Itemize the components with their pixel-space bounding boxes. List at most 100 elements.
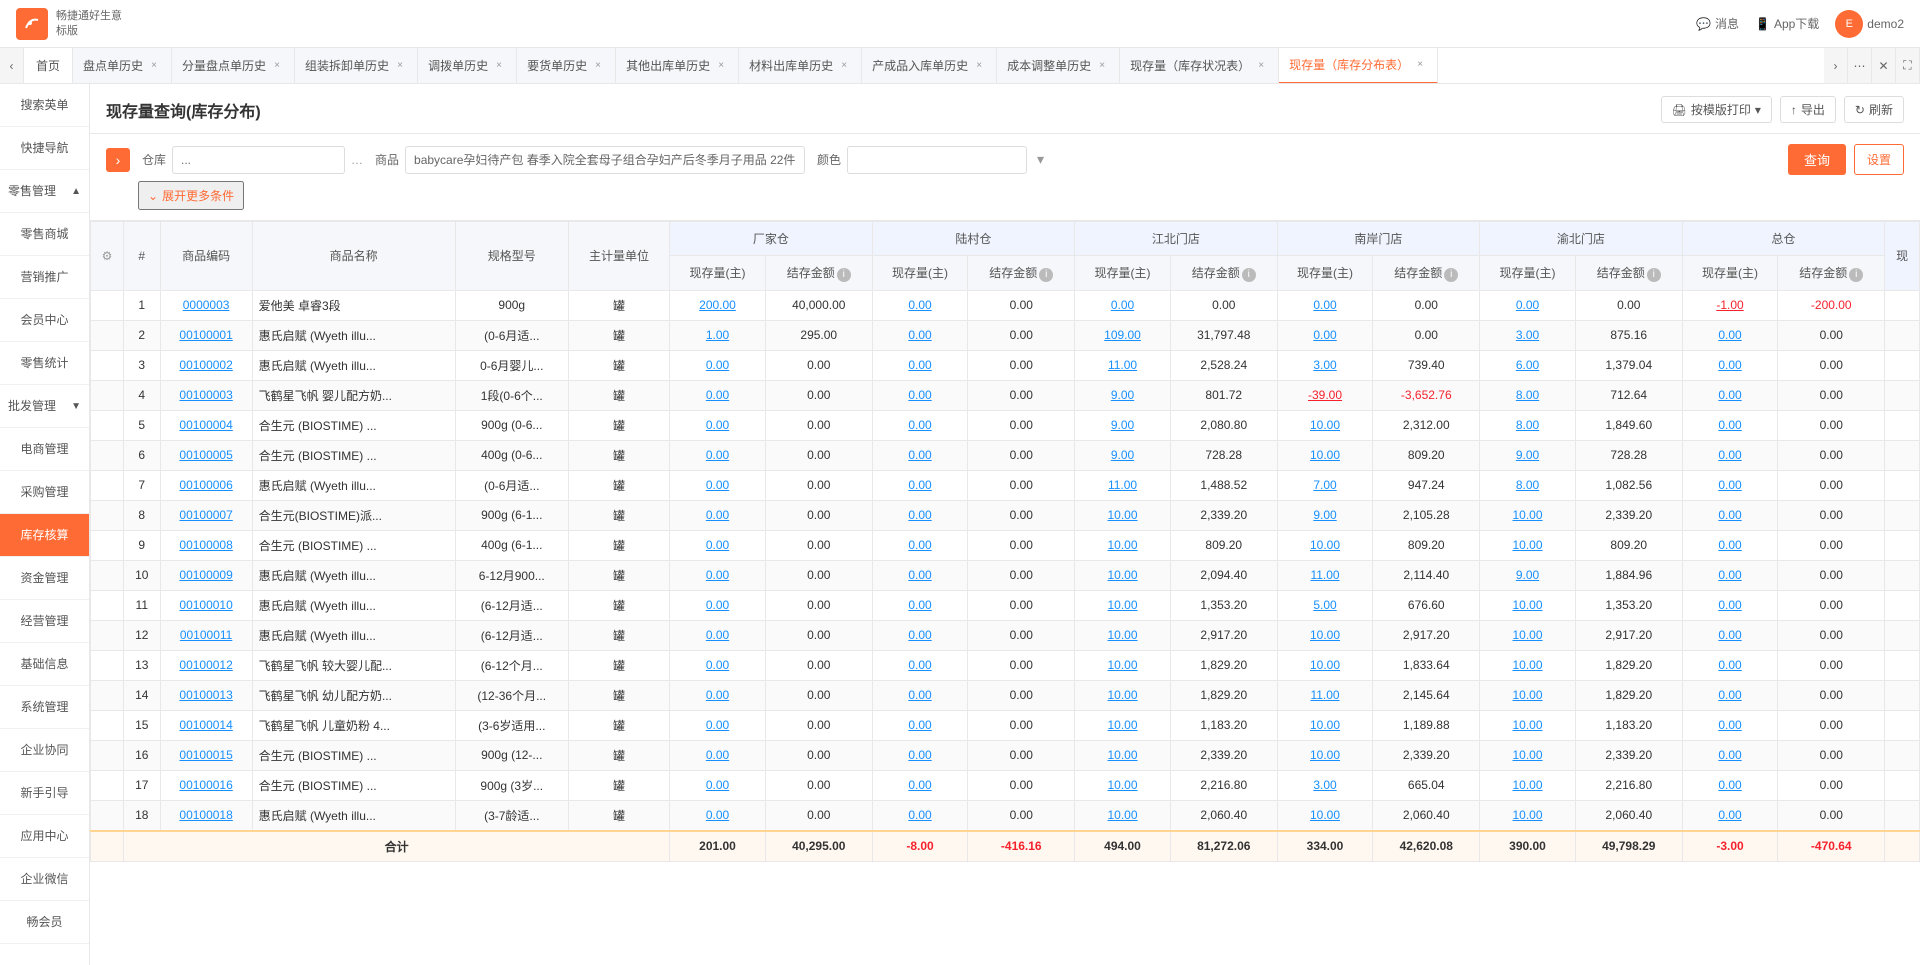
tab-fenpandian[interactable]: 分量盘点单历史 ×	[172, 48, 295, 83]
tab-cailiao[interactable]: 材料出库单历史 ×	[739, 48, 862, 83]
expand-btn[interactable]: ⌄ 展开更多条件	[138, 181, 244, 210]
tab-xiancunl-kuang[interactable]: 现存量（库存状况表） ×	[1120, 48, 1279, 83]
tab-chanpin[interactable]: 产成品入库单历史 ×	[862, 48, 997, 83]
warehouse-input[interactable]	[172, 146, 345, 174]
tab-bar: ‹ 首页 盘点单历史 × 分量盘点单历史 × 组装拆卸单历史 × 调拨单历史 ×…	[0, 48, 1920, 84]
sidebar-item-operations[interactable]: 经营管理	[0, 600, 89, 643]
sidebar-item-wechat[interactable]: 企业微信	[0, 858, 89, 901]
tab-close-qitachuku[interactable]: ×	[714, 59, 728, 73]
tab-home[interactable]: 首页	[24, 48, 73, 83]
tab-close-chanpin[interactable]: ×	[972, 59, 986, 73]
page-title: 现存量查询(库存分布)	[106, 98, 261, 122]
export-btn[interactable]: ↑ 导出	[1780, 96, 1836, 123]
tab-zuzhang[interactable]: 组装拆卸单历史 ×	[295, 48, 418, 83]
tab-close-pandian[interactable]: ×	[147, 59, 161, 73]
goods-input[interactable]	[405, 146, 805, 174]
tab-fullscreen-btn[interactable]: ⛶	[1896, 48, 1920, 84]
sidebar-item-purchase[interactable]: 采购管理	[0, 471, 89, 514]
col-jiangbei-header: 江北门店	[1075, 222, 1278, 256]
sidebar-item-wholesale[interactable]: 批发管理▼	[0, 385, 89, 428]
tab-qitachuku[interactable]: 其他出库单历史 ×	[616, 48, 739, 83]
sidebar: 搜索英单 快捷导航 零售管理▲ 零售商城 营销推广 会员中心 零售统计 批发管理…	[0, 84, 90, 965]
tab-next-btn[interactable]: ›	[1824, 48, 1848, 84]
sidebar-item-finance[interactable]: 资金管理	[0, 557, 89, 600]
col-yubei-header: 渝北门店	[1480, 222, 1683, 256]
table-row: 1 0000003 爱他美 卓睿3段 900g 罐 200.00 40,000.…	[91, 290, 1920, 320]
table-row: 14 00100013 飞鹤星飞帆 幼儿配方奶... (12-36个月... 罐…	[91, 680, 1920, 710]
top-right: 💬 消息 📱 App下载 E demo2	[1696, 10, 1904, 38]
message-btn[interactable]: 💬 消息	[1696, 15, 1739, 32]
yubei-amt-header: 结存金额i	[1575, 256, 1682, 291]
query-btn[interactable]: 查询	[1788, 144, 1846, 175]
changjiacao-qty-header: 现存量(主)	[670, 256, 766, 291]
app-download-btn[interactable]: 📱 App下载	[1755, 15, 1819, 32]
sidebar-item-search[interactable]: 搜索英单	[0, 84, 89, 127]
filter-row: › 仓库 … 商品 颜色 ▾ 查询 设置	[106, 144, 1904, 175]
tab-close-diaobo[interactable]: ×	[492, 59, 506, 73]
sidebar-item-quicknav[interactable]: 快捷导航	[0, 127, 89, 170]
filter-toggle-btn[interactable]: ›	[106, 148, 130, 172]
tab-close-chengben[interactable]: ×	[1095, 59, 1109, 73]
sidebar-item-marketing[interactable]: 营销推广	[0, 256, 89, 299]
message-icon: 💬	[1696, 17, 1711, 31]
table-row: 8 00100007 合生元(BIOSTIME)派... 900g (6-1..…	[91, 500, 1920, 530]
sidebar-item-cooperation[interactable]: 企业协同	[0, 729, 89, 772]
table-row: 15 00100014 飞鹤星飞帆 儿童奶粉 4... (3-6岁适用... 罐…	[91, 710, 1920, 740]
phone-icon: 📱	[1755, 17, 1770, 31]
table-container[interactable]: ⚙ # 商品编码 商品名称 规格型号 主计量单位 厂家仓 陆村仓 江北门店 南岸…	[90, 221, 1920, 965]
export-icon: ↑	[1791, 103, 1797, 117]
print-icon: 🖨	[1672, 103, 1687, 117]
lucun-qty-header: 现存量(主)	[872, 256, 968, 291]
tab-pandian[interactable]: 盘点单历史 ×	[73, 48, 172, 83]
user-area[interactable]: E demo2	[1835, 10, 1904, 38]
tab-close-xiancunl-kuang[interactable]: ×	[1254, 59, 1268, 73]
filter-color: 颜色 ▾	[817, 146, 1044, 174]
table-row: 4 00100003 飞鹤星飞帆 婴儿配方奶... 1段(0-6个... 罐 0…	[91, 380, 1920, 410]
table-row: 3 00100002 惠氏启赋 (Wyeth illu... 0-6月婴儿...…	[91, 350, 1920, 380]
sidebar-item-member[interactable]: 会员中心	[0, 299, 89, 342]
sidebar-item-ecommerce[interactable]: 电商管理	[0, 428, 89, 471]
setting-btn[interactable]: 设置	[1854, 144, 1904, 175]
sidebar-item-guide[interactable]: 新手引导	[0, 772, 89, 815]
tab-close-zuzhang[interactable]: ×	[393, 59, 407, 73]
page-header: 现存量查询(库存分布) 🖨 按模版打印 ▾ ↑ 导出 ↻ 刷新	[90, 84, 1920, 134]
table-row: 17 00100016 合生元 (BIOSTIME) ... 900g (3岁.…	[91, 770, 1920, 800]
sidebar-item-retail-mall[interactable]: 零售商城	[0, 213, 89, 256]
color-input[interactable]	[847, 146, 1027, 174]
sidebar-item-apps[interactable]: 应用中心	[0, 815, 89, 858]
summary-row: 合计 201.00 40,295.00 -8.00 -416.16 494.00…	[91, 831, 1920, 862]
tab-xiancunl-fenbu[interactable]: 现存量（库存分布表） ×	[1279, 48, 1438, 83]
filter-goods: 商品	[375, 146, 805, 174]
print-dropdown-icon: ▾	[1755, 103, 1761, 117]
sidebar-item-inventory[interactable]: 库存核算	[0, 514, 89, 557]
color-dropdown-icon[interactable]: ▾	[1037, 151, 1044, 168]
tab-more-btn[interactable]: ⋯	[1848, 48, 1872, 84]
col-settings[interactable]: ⚙	[91, 222, 124, 291]
username: demo2	[1867, 17, 1904, 31]
refresh-icon: ↻	[1855, 103, 1865, 117]
total-amt-header: 结存金额i	[1778, 256, 1885, 291]
top-bar: 畅捷通好生意标版 💬 消息 📱 App下载 E demo2	[0, 0, 1920, 48]
sidebar-item-member2[interactable]: 畅会员	[0, 901, 89, 944]
warehouse-ellipsis[interactable]: …	[351, 153, 363, 167]
tab-close-cailiao[interactable]: ×	[837, 59, 851, 73]
sidebar-item-system[interactable]: 系统管理	[0, 686, 89, 729]
tab-prev-btn[interactable]: ‹	[0, 48, 24, 84]
tab-close-yaohuo[interactable]: ×	[591, 59, 605, 73]
tab-yaohuo[interactable]: 要货单历史 ×	[517, 48, 616, 83]
tab-diaobo[interactable]: 调拨单历史 ×	[418, 48, 517, 83]
sidebar-item-retail-mgmt[interactable]: 零售管理▲	[0, 170, 89, 213]
col-spec-header: 规格型号	[455, 222, 568, 291]
tab-chengben[interactable]: 成本调整单历史 ×	[997, 48, 1120, 83]
table-row: 6 00100005 合生元 (BIOSTIME) ... 400g (0-6.…	[91, 440, 1920, 470]
page-title-row: 现存量查询(库存分布) 🖨 按模版打印 ▾ ↑ 导出 ↻ 刷新	[106, 96, 1904, 123]
tab-close-all-btn[interactable]: ✕	[1872, 48, 1896, 84]
tab-close-fenpandian[interactable]: ×	[270, 59, 284, 73]
filter-area: › 仓库 … 商品 颜色 ▾ 查询 设置	[90, 134, 1920, 221]
sidebar-item-retail-stat[interactable]: 零售统计	[0, 342, 89, 385]
tab-close-xiancunl-fenbu[interactable]: ×	[1413, 58, 1427, 72]
refresh-btn[interactable]: ↻ 刷新	[1844, 96, 1904, 123]
changjiacao-amt-header: 结存金额i	[765, 256, 872, 291]
sidebar-item-basic[interactable]: 基础信息	[0, 643, 89, 686]
print-btn[interactable]: 🖨 按模版打印 ▾	[1661, 96, 1772, 123]
